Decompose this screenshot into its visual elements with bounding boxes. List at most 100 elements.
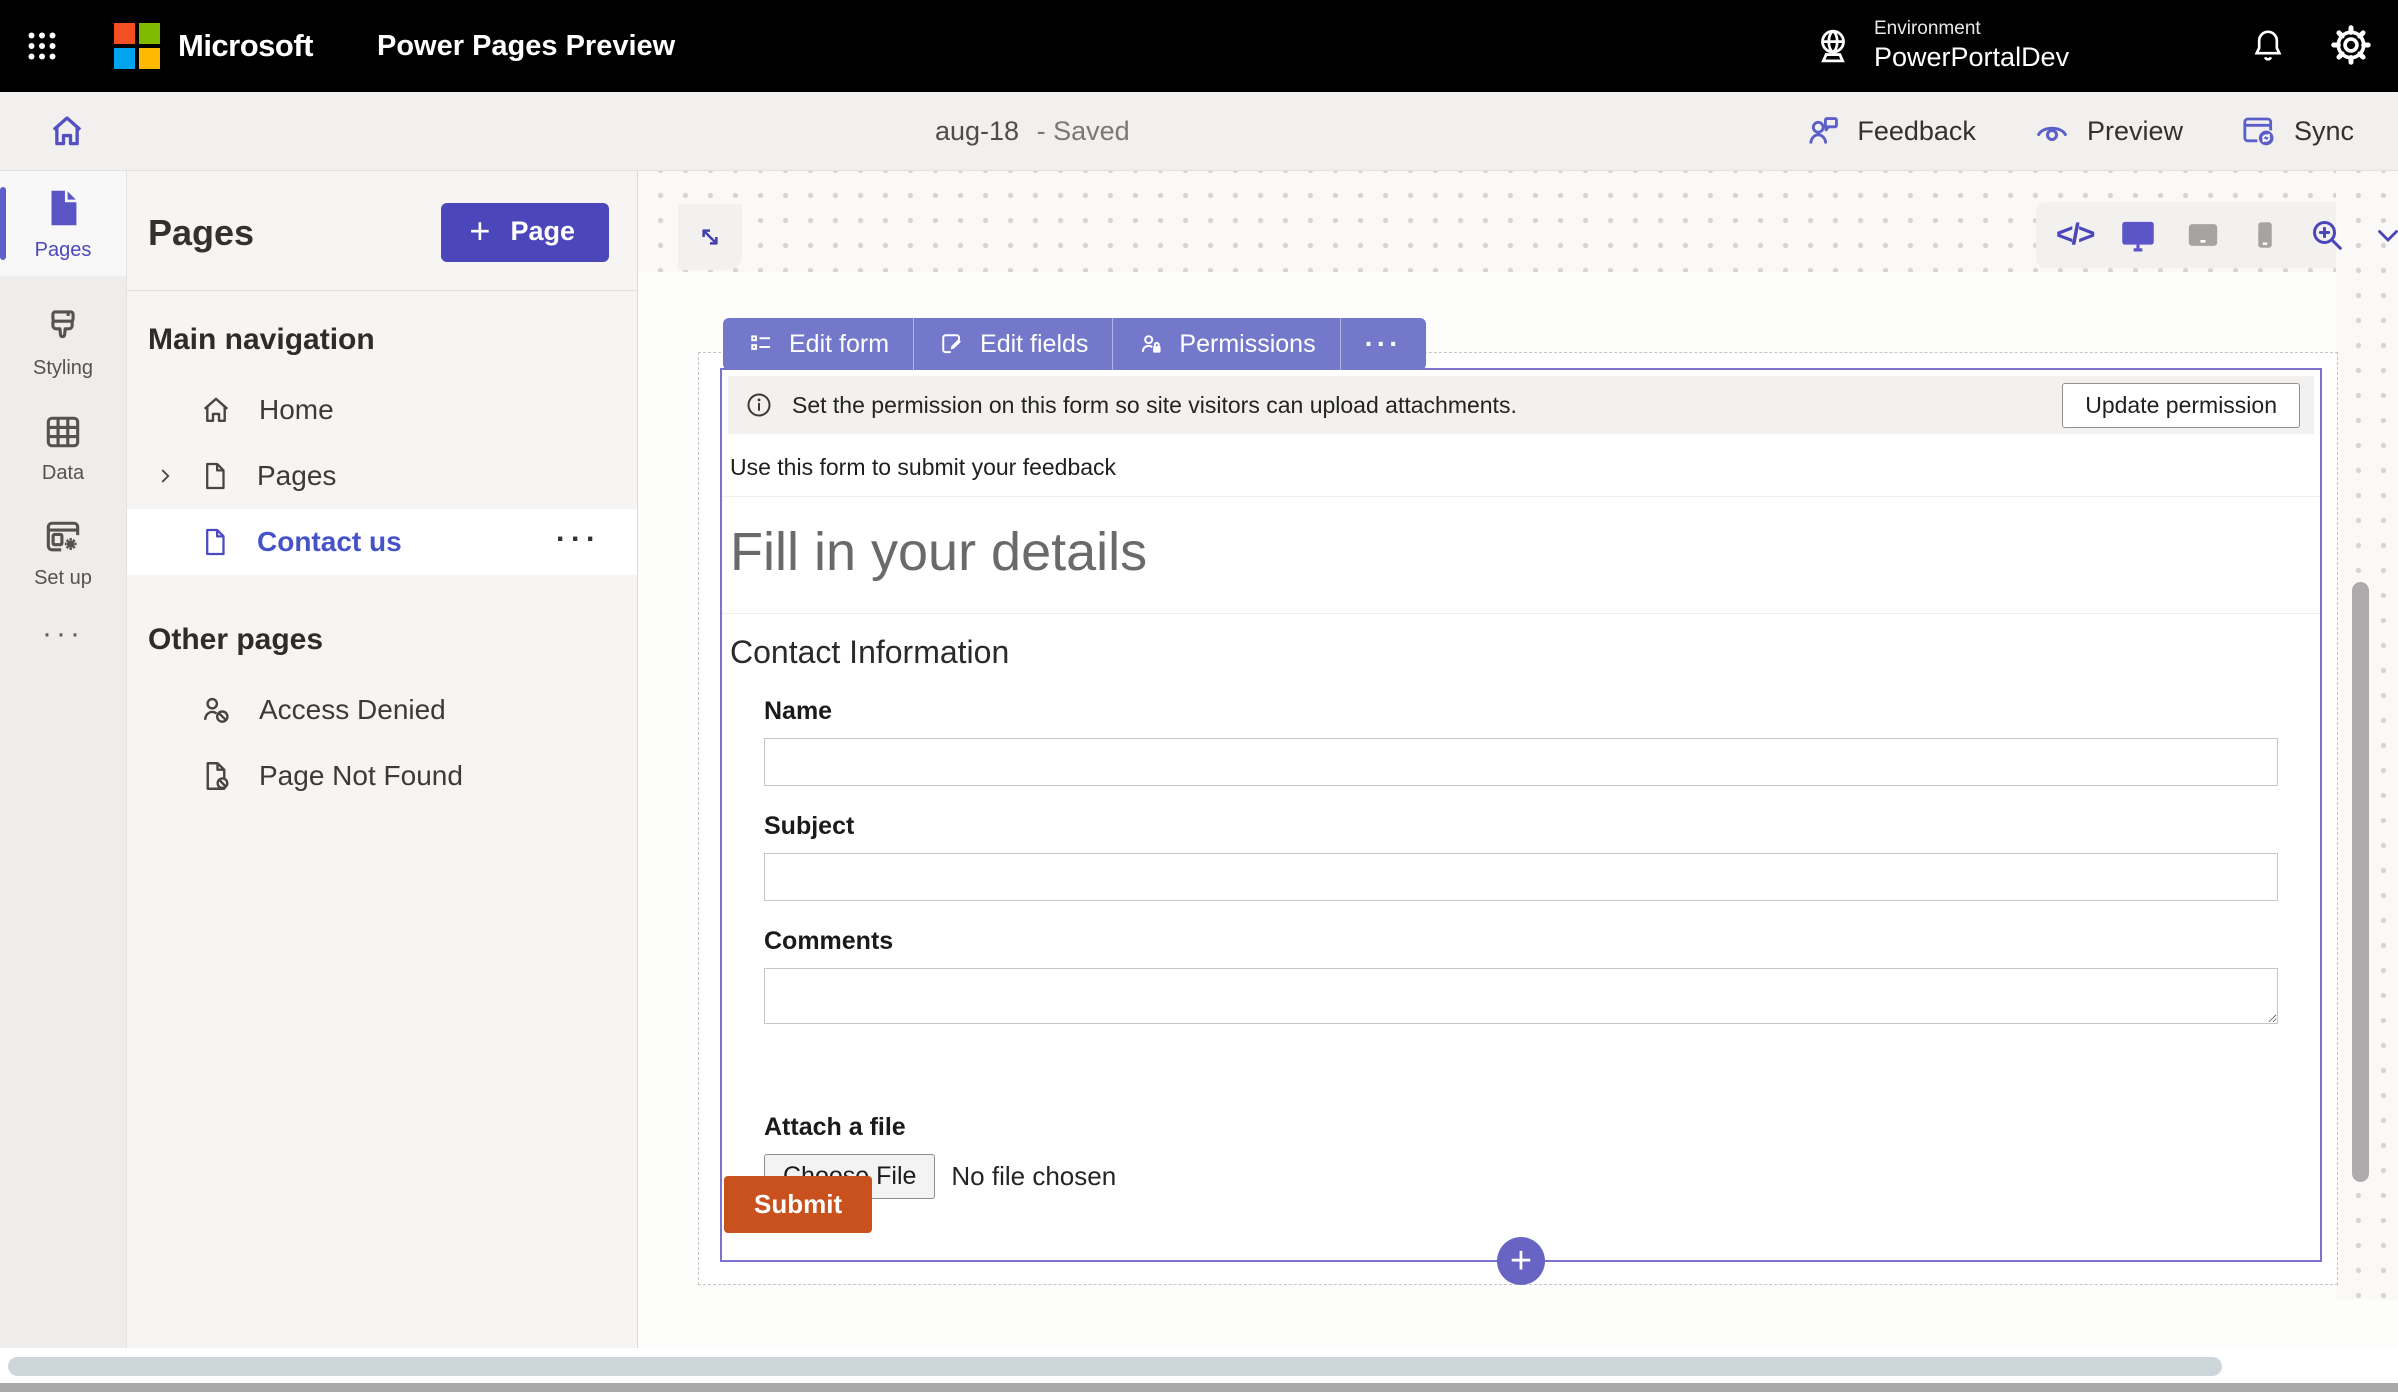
form-section-heading: Contact Information [730,634,1010,670]
rail-more-icon[interactable]: ··· [0,605,126,663]
subject-field-group: Subject [764,812,2278,901]
submit-button[interactable]: Submit [724,1176,873,1233]
add-page-label: Page [510,216,575,246]
window-edge-bar [0,1383,2398,1392]
page-not-found-icon [198,758,234,794]
main-navigation-heading: Main navigation [148,323,375,356]
page-more-options-icon[interactable]: ··· [556,522,601,556]
home-page-icon [198,392,234,428]
pages-panel: Pages + Page Main navigation Home Pages [127,171,638,1348]
settings-gear-icon[interactable] [2328,22,2374,68]
pages-icon [40,185,86,231]
microsoft-logo-icon [114,23,160,69]
nav-item-contact-us[interactable]: Contact us ··· [127,509,637,575]
form-intro-text: Use this form to submit your feedback [722,440,2320,497]
notifications-bell-icon[interactable] [2248,24,2288,68]
edit-form-label: Edit form [789,329,890,358]
toolbar-more-icon[interactable]: ··· [1339,318,1426,370]
app-header: Microsoft Power Pages Preview Environmen… [0,0,2398,92]
edit-fields-label: Edit fields [980,329,1089,358]
sync-label: Sync [2293,116,2354,146]
feedback-button[interactable]: Feedback [1804,113,1976,151]
expand-canvas-icon[interactable] [678,204,742,270]
environment-name: PowerPortalDev [1874,42,2070,72]
feedback-form-component[interactable]: Set the permission on this form so site … [720,368,2322,1285]
name-field-group: Name [764,697,2278,786]
comments-field-group: Comments [764,927,2278,1029]
edit-fields-button[interactable]: Edit fields [913,318,1112,370]
preview-eye-icon [2032,112,2072,152]
home-icon[interactable] [46,110,88,152]
name-input[interactable] [764,738,2278,786]
add-section-button[interactable]: + [1497,1237,1545,1285]
product-title: Power Pages Preview [377,29,676,62]
horizontal-scrollbar[interactable] [8,1357,2222,1376]
feedback-label: Feedback [1857,116,1976,146]
sync-icon [2239,112,2279,152]
preview-label: Preview [2086,116,2183,146]
plus-icon: + [1509,1240,1533,1282]
feedback-icon [1804,113,1842,151]
environment-icon [1812,25,1854,67]
styling-brush-icon [41,305,85,349]
setup-window-gear-icon [41,515,85,559]
vertical-scrollbar[interactable] [2352,582,2369,1182]
nav-item-label: Contact us [257,526,402,557]
permission-info-banner: Set the permission on this form so site … [728,376,2314,434]
chevron-down-icon[interactable] [2371,218,2398,252]
edit-form-icon [747,330,775,358]
zoom-in-icon[interactable] [2307,215,2347,255]
nav-item-label: Page Not Found [259,760,463,791]
form-heading: Fill in your details [722,497,2320,614]
comments-label: Comments [764,927,894,955]
page-doc-icon [198,459,232,493]
waffle-menu-icon[interactable] [0,0,84,92]
chevron-right-icon[interactable] [154,465,176,487]
banner-message: Set the permission on this form so site … [792,391,1517,418]
rail-label-setup: Set up [34,567,92,589]
nav-item-label: Home [259,394,334,425]
update-permission-button[interactable]: Update permission [2062,382,2300,428]
attach-file-group: Attach a file Choose File No file chosen [764,1113,2278,1199]
panel-title: Pages [148,211,255,253]
rail-item-data[interactable]: Data [0,395,126,500]
nav-item-label: Access Denied [259,694,446,725]
tablet-viewport-icon[interactable] [2183,215,2223,255]
code-editor-icon[interactable]: </> [2056,218,2095,252]
preview-button[interactable]: Preview [2032,112,2183,152]
nav-item-access-denied[interactable]: Access Denied [127,677,637,743]
edit-form-button[interactable]: Edit form [723,318,913,370]
page-doc-icon [198,525,232,559]
plus-icon: + [469,210,491,252]
edit-fields-icon [938,330,966,358]
permissions-button[interactable]: Permissions [1112,318,1339,370]
environment-label: Environment [1874,18,1981,40]
rail-item-styling[interactable]: Styling [0,290,126,395]
subject-input[interactable] [764,853,2278,901]
nav-item-page-not-found[interactable]: Page Not Found [127,743,637,809]
nav-item-home[interactable]: Home [127,377,637,443]
mobile-viewport-icon[interactable] [2247,217,2283,253]
left-rail: Pages Styling Data Set up ··· [0,171,127,1348]
comments-textarea[interactable] [764,968,2278,1024]
design-canvas: </> Edit form Edit fields Permissions ··… [638,171,2398,1348]
file-status-text: No file chosen [951,1161,1117,1191]
viewport-toolbar: </> [2036,202,2398,268]
rail-label-styling: Styling [32,357,94,379]
rail-label-data: Data [41,462,85,484]
sync-button[interactable]: Sync [2239,112,2354,152]
brand-title: Microsoft [178,28,314,63]
rail-item-setup[interactable]: Set up [0,500,126,605]
permissions-label: Permissions [1179,329,1316,358]
data-table-icon [41,410,85,454]
nav-item-pages[interactable]: Pages [127,443,637,509]
desktop-viewport-icon[interactable] [2117,214,2159,256]
environment-picker[interactable]: Environment PowerPortalDev [1812,0,2069,92]
rail-label-pages: Pages [34,239,92,261]
rail-item-pages[interactable]: Pages [0,171,126,276]
permissions-icon [1137,330,1165,358]
info-icon [744,390,774,420]
bottom-scroll-area [0,1348,2398,1392]
page-name: aug-18 [935,116,1020,146]
add-page-button[interactable]: + Page [441,203,609,262]
